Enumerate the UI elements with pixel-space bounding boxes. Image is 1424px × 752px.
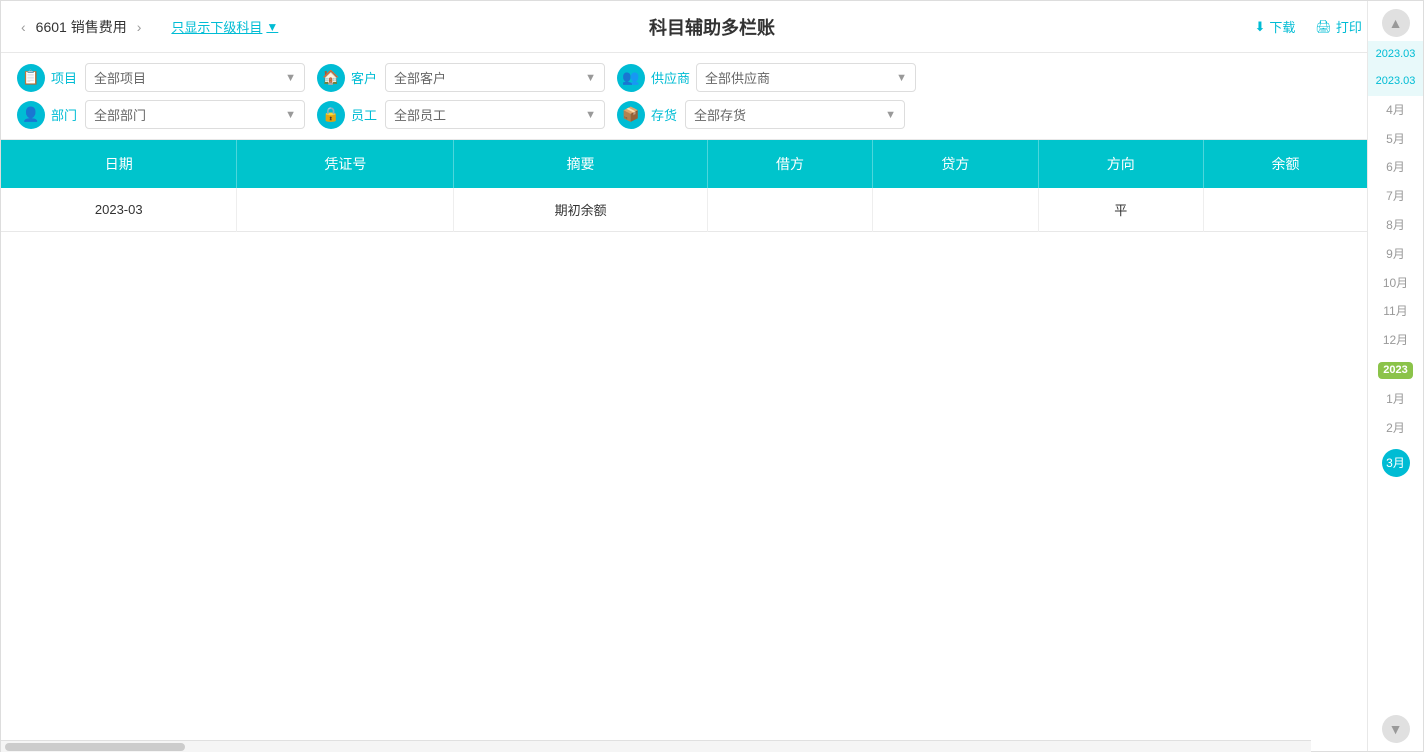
table-header-row: 日期 凭证号 摘要 借方 贷方 方向 余额: [1, 140, 1367, 188]
cell-credit: [873, 188, 1038, 232]
nav-section: ‹ 6601 销售费用 › 只显示下级科目 ▼: [17, 17, 278, 37]
inventory-label: 存货: [651, 105, 679, 124]
cell-debit: [707, 188, 872, 232]
customer-select[interactable]: 全部客户 ▼: [385, 63, 605, 92]
employee-select[interactable]: 全部员工 ▼: [385, 100, 605, 129]
col-direction: 方向: [1038, 140, 1203, 188]
download-icon: ⬇: [1254, 19, 1265, 35]
col-balance: 余额: [1203, 140, 1367, 188]
chevron-down-icon: ▼: [885, 109, 896, 121]
col-voucher: 凭证号: [237, 140, 454, 188]
content-area: 日期 凭证号 摘要 借方 贷方 方向 余额 2023-03 期初余额 平: [1, 140, 1367, 752]
filter-row-2: 👤 部门 全部部门 ▼ 🔒 员工 全部员工 ▼ 📦 存货 全部存货: [17, 100, 1407, 129]
department-label: 部门: [51, 105, 79, 124]
chevron-down-icon: ▼: [896, 72, 907, 84]
department-icon: 👤: [17, 101, 45, 129]
filter-item-inventory: 📦 存货 全部存货 ▼: [617, 100, 905, 129]
chevron-down-icon: ▼: [585, 109, 596, 121]
timeline-item-2023-03-header[interactable]: 2023.03: [1368, 41, 1423, 68]
download-button[interactable]: ⬇ 下载: [1254, 17, 1295, 36]
nav-next-arrow[interactable]: ›: [133, 17, 146, 37]
print-button[interactable]: 🖨 打印: [1315, 17, 1362, 36]
cell-direction: 平: [1038, 188, 1203, 232]
cell-voucher: [237, 188, 454, 232]
timeline-item-12[interactable]: 12月: [1368, 326, 1423, 355]
right-sidebar: ▲ 2023.03 2023.03 4月 5月 6月 7月 8月 9月 10月 …: [1367, 1, 1423, 751]
project-label: 项目: [51, 68, 79, 87]
department-value: 全部部门: [94, 105, 146, 124]
filter-item-department: 👤 部门 全部部门 ▼: [17, 100, 305, 129]
timeline-item-11[interactable]: 11月: [1368, 297, 1423, 326]
chevron-down-icon: ▼: [266, 20, 278, 34]
timeline-item-7[interactable]: 7月: [1368, 182, 1423, 211]
supplier-select[interactable]: 全部供应商 ▼: [696, 63, 916, 92]
account-code: 6601 销售费用: [36, 17, 127, 37]
filter-section: 📋 项目 全部项目 ▼ 🏠 客户 全部客户 ▼ 👥 供应商 全部供应: [1, 53, 1423, 140]
sidebar-scroll-up[interactable]: ▲: [1382, 9, 1410, 37]
chevron-down-icon: ▼: [285, 109, 296, 121]
col-credit: 贷方: [873, 140, 1038, 188]
timeline-item-4[interactable]: 4月: [1368, 96, 1423, 125]
employee-value: 全部员工: [394, 105, 446, 124]
col-summary: 摘要: [454, 140, 708, 188]
supplier-label: 供应商: [651, 68, 690, 87]
data-table: 日期 凭证号 摘要 借方 贷方 方向 余额 2023-03 期初余额 平: [1, 140, 1367, 232]
timeline-item-2023-03[interactable]: 2023.03: [1368, 68, 1423, 95]
filter-item-project: 📋 项目 全部项目 ▼: [17, 63, 305, 92]
col-debit: 借方: [707, 140, 872, 188]
employee-icon: 🔒: [317, 101, 345, 129]
nav-prev-arrow[interactable]: ‹: [17, 17, 30, 37]
top-bar: ‹ 6601 销售费用 › 只显示下级科目 ▼ 科目辅助多栏账 ⬇ 下载 🖨 打…: [1, 1, 1423, 53]
current-month-badge: 3月: [1382, 449, 1410, 477]
filter-item-employee: 🔒 员工 全部员工 ▼: [317, 100, 605, 129]
inventory-value: 全部存货: [694, 105, 746, 124]
timeline-item-8[interactable]: 8月: [1368, 211, 1423, 240]
print-icon: 🖨: [1315, 19, 1332, 35]
customer-value: 全部客户: [394, 68, 446, 87]
show-sub-button[interactable]: 只显示下级科目 ▼: [171, 17, 278, 36]
employee-label: 员工: [351, 105, 379, 124]
filter-item-customer: 🏠 客户 全部客户 ▼: [317, 63, 605, 92]
timeline-item-6[interactable]: 6月: [1368, 153, 1423, 182]
filter-item-supplier: 👥 供应商 全部供应商 ▼: [617, 63, 916, 92]
timeline-item-current-3[interactable]: 3月: [1368, 443, 1423, 483]
timeline-item-1[interactable]: 1月: [1368, 385, 1423, 414]
supplier-icon: 👥: [617, 64, 645, 92]
project-value: 全部项目: [94, 68, 146, 87]
timeline-item-5[interactable]: 5月: [1368, 125, 1423, 154]
project-select[interactable]: 全部项目 ▼: [85, 63, 305, 92]
table-row: 2023-03 期初余额 平: [1, 188, 1367, 232]
cell-summary: 期初余额: [454, 188, 708, 232]
sidebar-scroll-down[interactable]: ▼: [1382, 715, 1410, 743]
cell-balance: [1203, 188, 1367, 232]
customer-label: 客户: [351, 68, 379, 87]
inventory-select[interactable]: 全部存货 ▼: [685, 100, 905, 129]
timeline-year-badge[interactable]: 2023: [1368, 355, 1423, 385]
main-window: ‹ 6601 销售费用 › 只显示下级科目 ▼ 科目辅助多栏账 ⬇ 下载 🖨 打…: [0, 0, 1424, 752]
timeline-item-10[interactable]: 10月: [1368, 269, 1423, 298]
inventory-icon: 📦: [617, 101, 645, 129]
timeline-item-9[interactable]: 9月: [1368, 240, 1423, 269]
col-date: 日期: [1, 140, 237, 188]
year-badge: 2023: [1378, 362, 1412, 379]
timeline-item-2[interactable]: 2月: [1368, 414, 1423, 443]
project-icon: 📋: [17, 64, 45, 92]
cell-date: 2023-03: [1, 188, 237, 232]
chevron-down-icon: ▼: [585, 72, 596, 84]
customer-icon: 🏠: [317, 64, 345, 92]
scroll-thumb[interactable]: [5, 743, 185, 751]
chevron-down-icon: ▼: [285, 72, 296, 84]
supplier-value: 全部供应商: [705, 68, 770, 87]
department-select[interactable]: 全部部门 ▼: [85, 100, 305, 129]
filter-row-1: 📋 项目 全部项目 ▼ 🏠 客户 全部客户 ▼ 👥 供应商 全部供应: [17, 63, 1407, 92]
page-title: 科目辅助多栏账: [649, 14, 775, 40]
horizontal-scrollbar[interactable]: [1, 740, 1311, 752]
